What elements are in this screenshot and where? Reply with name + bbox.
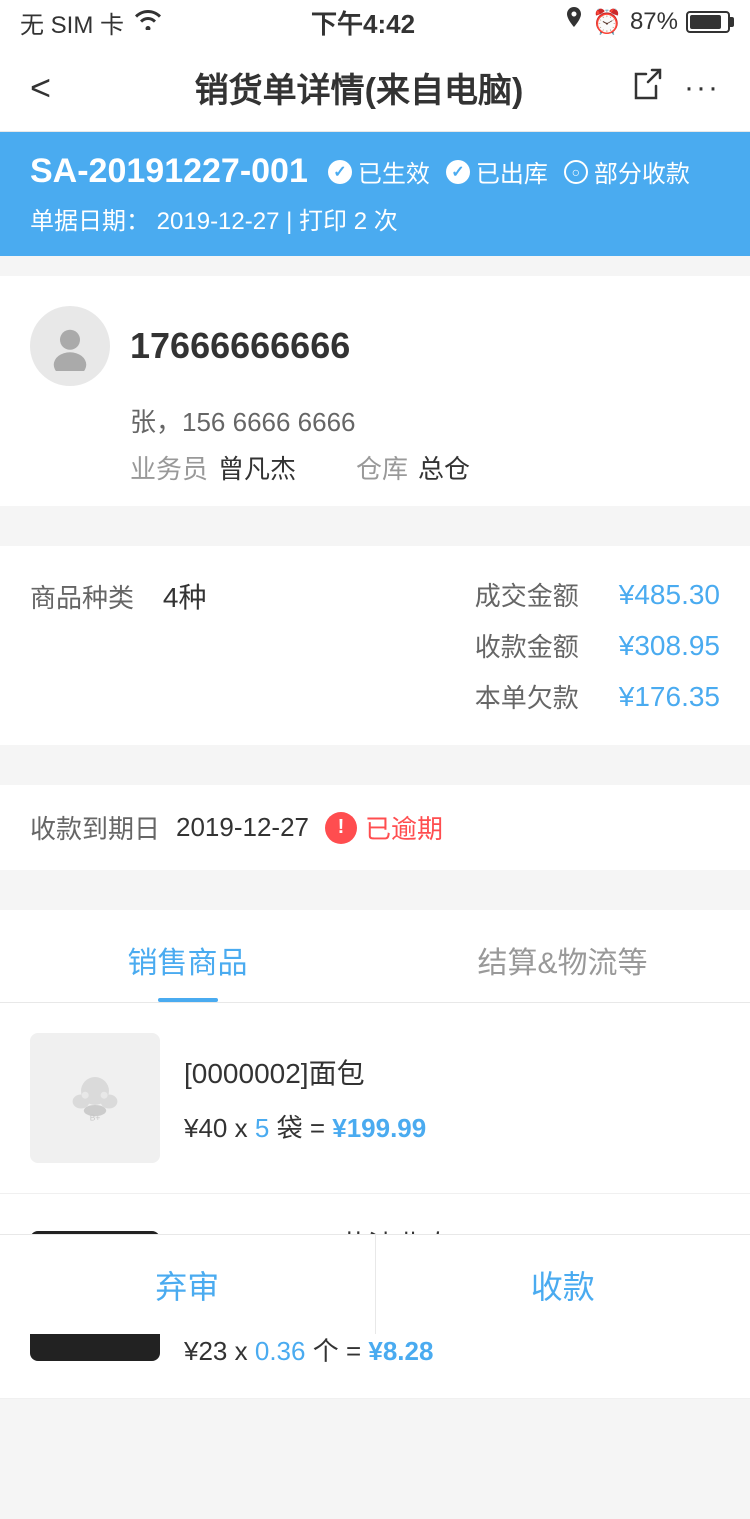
category-label: 商品种类 bbox=[30, 583, 134, 613]
warehouse-label: 仓库 bbox=[356, 449, 408, 486]
owed-value: ¥176.35 bbox=[619, 681, 720, 713]
overdue-tag: ! 已逾期 bbox=[325, 809, 443, 846]
due-section: 收款到期日 2019-12-27 ! 已逾期 bbox=[0, 785, 750, 870]
tab-settlement-logistics[interactable]: 结算&物流等 bbox=[375, 910, 750, 1002]
page-title: 销货单详情(来自电脑) bbox=[90, 63, 628, 112]
alarm-icon: ⏰ bbox=[592, 8, 622, 37]
order-date-info: 单据日期： 2019-12-27 | 打印 2 次 bbox=[30, 201, 720, 236]
product-total-2: ¥8.28 bbox=[368, 1336, 433, 1366]
order-id: SA-20191227-001 bbox=[30, 152, 308, 191]
wifi-icon bbox=[134, 8, 162, 37]
bottom-bar: 弃审 收款 bbox=[0, 1234, 750, 1334]
due-date: 2019-12-27 bbox=[176, 812, 309, 843]
stats-section: 商品种类 4种 成交金额 ¥485.30 收款金额 ¥308.95 本单欠款 ¥… bbox=[0, 546, 750, 745]
overdue-icon: ! bbox=[325, 812, 357, 844]
product-name-1: [0000002]面包 bbox=[184, 1052, 720, 1092]
sales-info: 业务员 曾凡杰 bbox=[130, 449, 296, 486]
product-total-1: ¥199.99 bbox=[332, 1113, 426, 1143]
product-price-2: ¥23 x 0.36 个 = ¥8.28 bbox=[184, 1331, 720, 1368]
due-label: 收款到期日 bbox=[30, 809, 160, 846]
more-button[interactable]: ··· bbox=[684, 71, 720, 105]
owed-label: 本单欠款 bbox=[475, 678, 579, 715]
share-button[interactable] bbox=[628, 66, 664, 109]
status-right: ⏰ 87% bbox=[564, 7, 730, 38]
product-price-1: ¥40 x 5 袋 = ¥199.99 bbox=[184, 1108, 720, 1145]
received-label: 收款金额 bbox=[475, 627, 579, 664]
customer-name-phone: 张，156 6666 6666 bbox=[30, 402, 720, 439]
product-qty-2: 0.36 bbox=[255, 1336, 306, 1366]
location-icon bbox=[564, 7, 584, 38]
status-shipped: ✓ 已出库 bbox=[446, 154, 548, 189]
status-tags: ✓ 已生效 ✓ 已出库 ○ 部分收款 bbox=[328, 154, 690, 189]
order-header: SA-20191227-001 ✓ 已生效 ✓ 已出库 ○ 部分收款 单据日期：… bbox=[0, 132, 750, 256]
customer-section: 17666666666 张，156 6666 6666 业务员 曾凡杰 仓库 总… bbox=[0, 276, 750, 506]
product-info-1: [0000002]面包 ¥40 x 5 袋 = ¥199.99 bbox=[184, 1052, 720, 1145]
bottom-padding bbox=[0, 1399, 750, 1519]
overdue-text: 已逾期 bbox=[365, 809, 443, 846]
status-left: 无 SIM 卡 bbox=[20, 5, 162, 40]
back-button[interactable]: < bbox=[30, 67, 90, 109]
status-time: 下午4:42 bbox=[311, 4, 415, 41]
product-qty-1: 5 bbox=[255, 1113, 269, 1143]
tab-sales-products[interactable]: 销售商品 bbox=[0, 910, 375, 1002]
status-partial: ○ 部分收款 bbox=[564, 154, 690, 189]
divider-3 bbox=[0, 870, 750, 890]
stats-left: 商品种类 4种 bbox=[30, 576, 207, 616]
cancel-review-button[interactable]: 弃审 bbox=[0, 1235, 376, 1334]
sales-name: 曾凡杰 bbox=[218, 449, 296, 486]
warehouse-name: 总仓 bbox=[418, 449, 470, 486]
stats-right: 成交金额 ¥485.30 收款金额 ¥308.95 本单欠款 ¥176.35 bbox=[475, 576, 720, 715]
sales-label: 业务员 bbox=[130, 449, 208, 486]
product-item: B+ [0000002]面包 ¥40 x 5 袋 = ¥199.99 bbox=[0, 1003, 750, 1194]
deal-amount-label: 成交金额 bbox=[475, 576, 579, 613]
warehouse-info: 仓库 总仓 bbox=[356, 449, 470, 486]
customer-avatar bbox=[30, 306, 110, 386]
battery-icon bbox=[686, 11, 730, 33]
products-section: B+ [0000002]面包 ¥40 x 5 袋 = ¥199.99 bbox=[0, 1003, 750, 1399]
tabs-section: 销售商品 结算&物流等 bbox=[0, 910, 750, 1003]
divider-1 bbox=[0, 506, 750, 526]
nav-actions: ··· bbox=[628, 66, 720, 109]
collect-payment-button[interactable]: 收款 bbox=[376, 1235, 750, 1334]
clock-icon: ○ bbox=[564, 160, 588, 184]
carrier-text: 无 SIM 卡 bbox=[20, 5, 124, 40]
owed-row: 本单欠款 ¥176.35 bbox=[475, 678, 720, 715]
battery-percentage: 87% bbox=[630, 8, 678, 36]
received-value: ¥308.95 bbox=[619, 630, 720, 662]
category-count: 4种 bbox=[163, 582, 207, 613]
deal-amount-value: ¥485.30 bbox=[619, 579, 720, 611]
received-row: 收款金额 ¥308.95 bbox=[475, 627, 720, 664]
svg-text:B+: B+ bbox=[90, 1112, 101, 1122]
deal-amount-row: 成交金额 ¥485.30 bbox=[475, 576, 720, 613]
check-icon-2: ✓ bbox=[446, 160, 470, 184]
customer-id: 17666666666 bbox=[130, 325, 350, 367]
status-effective: ✓ 已生效 bbox=[328, 154, 430, 189]
divider-2 bbox=[0, 745, 750, 765]
customer-meta: 业务员 曾凡杰 仓库 总仓 bbox=[30, 449, 720, 486]
nav-bar: < 销货单详情(来自电脑) ··· bbox=[0, 44, 750, 132]
product-thumb-1: B+ bbox=[30, 1033, 160, 1163]
status-bar: 无 SIM 卡 下午4:42 ⏰ 87% bbox=[0, 0, 750, 44]
check-icon-1: ✓ bbox=[328, 160, 352, 184]
